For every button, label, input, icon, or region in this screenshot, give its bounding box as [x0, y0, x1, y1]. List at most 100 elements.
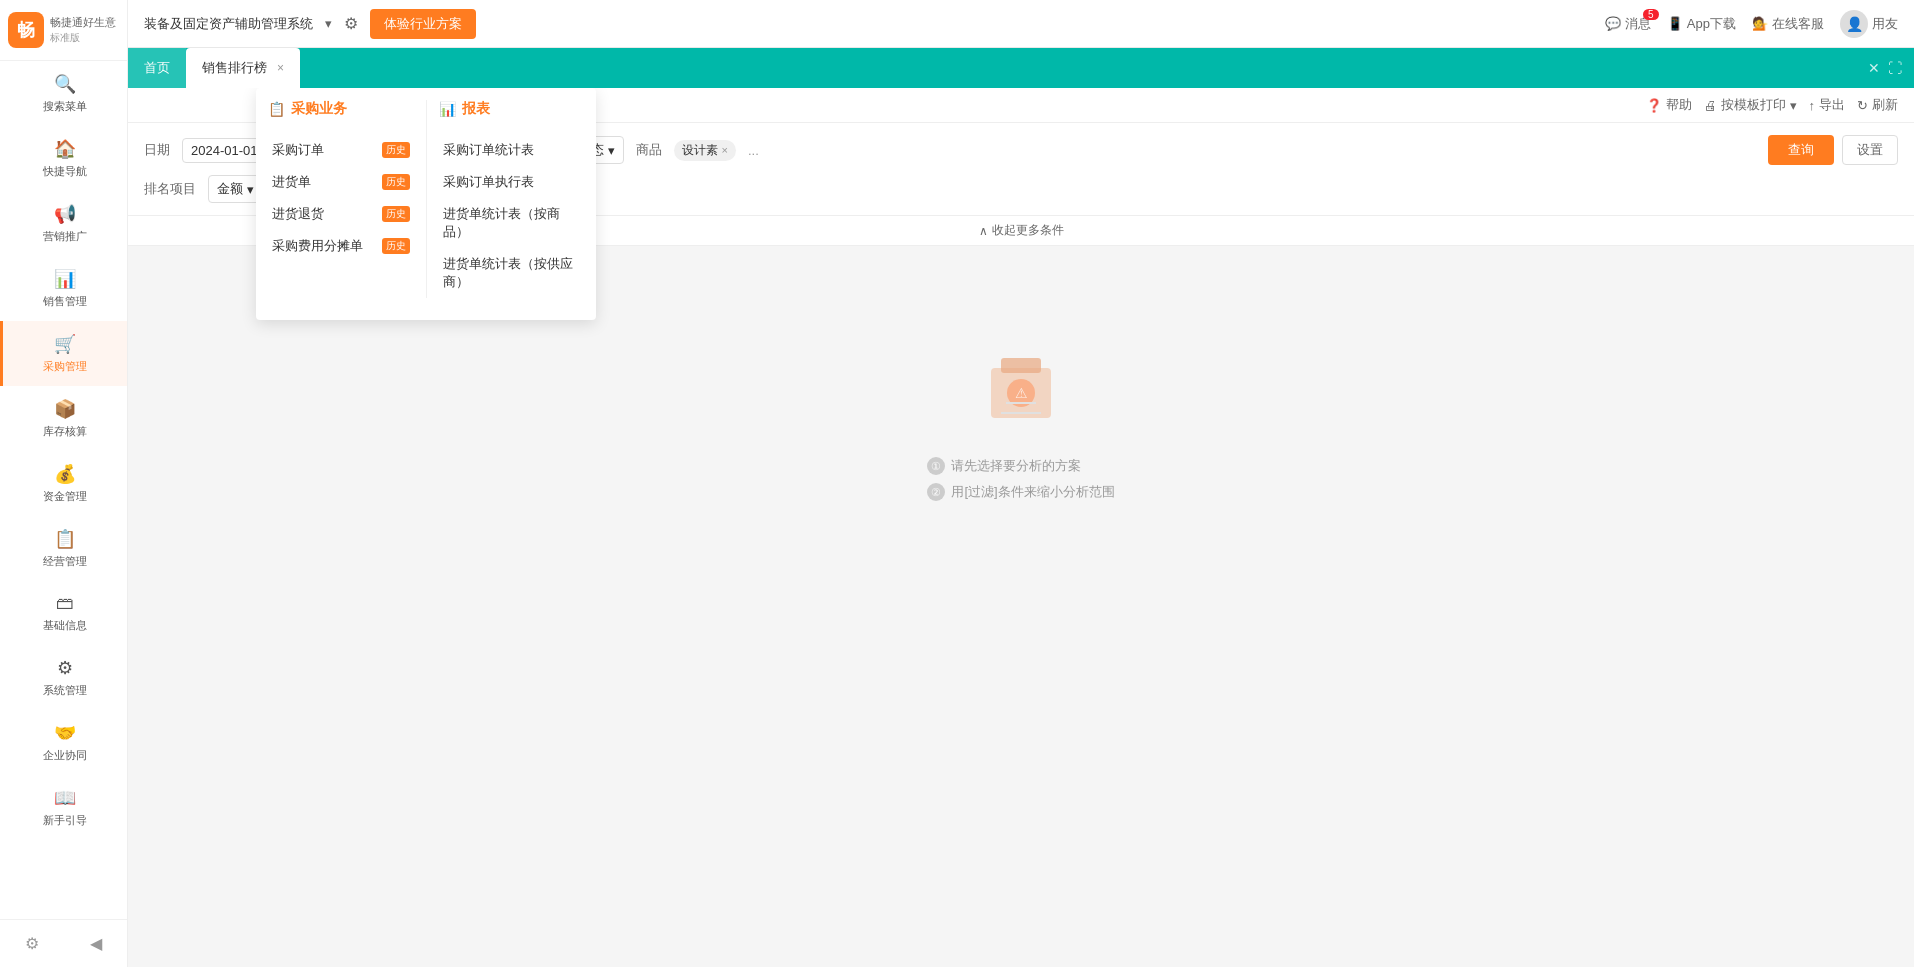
dropdown-item-po[interactable]: 采购订单 历史: [268, 134, 414, 166]
online-service-action[interactable]: 💁 在线客服: [1752, 15, 1824, 33]
guide-icon: 📖: [54, 787, 76, 809]
sidebar-label-inventory: 库存核算: [43, 424, 87, 439]
empty-tip-2: ② 用[过滤]条件来缩小分析范围: [927, 479, 1114, 505]
dropdown-item-po-stat[interactable]: 采购订单统计表: [439, 134, 585, 166]
sales-icon: 📊: [54, 268, 76, 290]
sidebar-menu: 🔍 搜索菜单 🏠 快捷导航 📢 营销推广 📊 销售管理 🛒 采购管理 📦: [0, 61, 127, 919]
tab-home[interactable]: 首页: [128, 48, 186, 88]
query-button[interactable]: 查询: [1768, 135, 1834, 165]
sidebar-label-enterprise: 企业协同: [43, 748, 87, 763]
report-section-icon: 📊: [439, 101, 456, 117]
print-icon: 🖨: [1704, 98, 1717, 113]
dropdown-item-return-label: 进货退货: [272, 205, 324, 223]
dropdown-item-receipt-by-goods[interactable]: 进货单统计表（按商品）: [439, 198, 585, 248]
goods-more-btn[interactable]: ...: [748, 143, 759, 158]
dropdown-menu-content: 📋 采购业务 采购订单 历史 进货单 历史 进货退货: [268, 100, 584, 298]
collapse-label: 收起更多条件: [992, 222, 1064, 239]
logo-badge: 标准版: [50, 31, 116, 45]
sidebar-item-system[interactable]: ⚙ 系统管理: [0, 645, 127, 710]
basic-info-icon: 🗃: [56, 593, 74, 614]
tip-number-1: ①: [927, 457, 945, 475]
purchase-icon: 🛒: [54, 333, 76, 355]
dropdown-item-return[interactable]: 进货退货 历史: [268, 198, 414, 230]
rank-select[interactable]: 金额 ▾: [208, 175, 263, 203]
search-icon: 🔍: [54, 73, 76, 95]
refresh-btn[interactable]: ↻ 刷新: [1857, 96, 1898, 114]
home-icon: 🏠: [54, 138, 76, 160]
app-download-action[interactable]: 📱 App下载: [1667, 15, 1736, 33]
user-action[interactable]: 👤 用友: [1840, 10, 1898, 38]
tab-sales-rank[interactable]: 销售排行榜 ×: [186, 48, 300, 88]
print-dropdown-icon: ▾: [1790, 98, 1797, 113]
dropdown-menu: 📋 采购业务 采购订单 历史 进货单 历史 进货退货: [256, 88, 596, 320]
sidebar-settings-btn[interactable]: ⚙: [21, 930, 43, 957]
sidebar-item-purchase[interactable]: 🛒 采购管理: [0, 321, 127, 386]
sidebar-label-purchase: 采购管理: [43, 359, 87, 374]
logo-icon: 畅: [8, 12, 44, 48]
report-section-title: 📊 报表: [439, 100, 585, 124]
sidebar-item-marketing[interactable]: 📢 营销推广: [0, 191, 127, 256]
goods-label: 商品: [636, 141, 662, 159]
dropdown-item-po-exec[interactable]: 采购订单执行表: [439, 166, 585, 198]
sidebar-label-search: 搜索菜单: [43, 99, 87, 114]
report-section: 📊 报表 采购订单统计表 采购订单执行表 进货单统计表（按商品）: [439, 100, 585, 298]
sidebar-item-operations[interactable]: 📋 经营管理: [0, 516, 127, 581]
dropdown-item-receipt-by-supplier[interactable]: 进货单统计表（按供应商）: [439, 248, 585, 298]
dropdown-item-receipt-by-supplier-label: 进货单统计表（按供应商）: [443, 255, 581, 291]
sidebar-item-finance[interactable]: 💰 资金管理: [0, 451, 127, 516]
dropdown-item-po-exec-label: 采购订单执行表: [443, 173, 534, 191]
tip-number-2: ②: [927, 483, 945, 501]
app-label: App下载: [1687, 15, 1736, 33]
sidebar-collapse-btn[interactable]: ◀: [86, 930, 106, 957]
sidebar-item-basic-info[interactable]: 🗃 基础信息: [0, 581, 127, 645]
help-label: 帮助: [1666, 96, 1692, 114]
dropdown-item-receipt-by-goods-label: 进货单统计表（按商品）: [443, 205, 581, 241]
filter-settings-button[interactable]: 设置: [1842, 135, 1898, 165]
message-icon: 💬: [1605, 16, 1621, 31]
goods-tag: 设计素 ×: [674, 140, 736, 161]
date-label: 日期: [144, 141, 170, 159]
dropdown-item-po-stat-label: 采购订单统计表: [443, 141, 534, 159]
return-history-badge: 历史: [382, 206, 410, 222]
goods-tag-close-btn[interactable]: ×: [722, 144, 728, 156]
export-btn[interactable]: ↑ 导出: [1809, 96, 1846, 114]
message-action[interactable]: 💬 消息 5: [1605, 15, 1651, 33]
marketing-icon: 📢: [54, 203, 76, 225]
sidebar-label-sales: 销售管理: [43, 294, 87, 309]
empty-tips: ① 请先选择要分析的方案 ② 用[过滤]条件来缩小分析范围: [927, 453, 1114, 505]
sidebar-item-enterprise[interactable]: 🤝 企业协同: [0, 710, 127, 775]
content-area: ❓ 帮助 🖨 按模板打印 ▾ ↑ 导出 ↻ 刷新: [128, 88, 1914, 967]
operations-icon: 📋: [54, 528, 76, 550]
purchase-section: 📋 采购业务 采购订单 历史 进货单 历史 进货退货: [268, 100, 414, 298]
collapse-icon: ∧: [979, 224, 988, 238]
report-section-label: 报表: [462, 100, 490, 118]
sidebar-item-quick-nav[interactable]: 🏠 快捷导航: [0, 126, 127, 191]
sidebar-label-operations: 经营管理: [43, 554, 87, 569]
tab-close-btn[interactable]: ×: [277, 61, 284, 75]
dropdown-item-receipt[interactable]: 进货单 历史: [268, 166, 414, 198]
help-btn[interactable]: ❓ 帮助: [1646, 96, 1692, 114]
sidebar-item-inventory[interactable]: 📦 库存核算: [0, 386, 127, 451]
logo-title: 畅捷通好生意: [50, 15, 116, 30]
dropdown-item-po-label: 采购订单: [272, 141, 324, 159]
close-window-icon[interactable]: ✕: [1868, 60, 1880, 76]
sidebar-label-guide: 新手引导: [43, 813, 87, 828]
logo-text-area: 畅捷通好生意 标准版: [50, 15, 116, 44]
system-dropdown-btn[interactable]: ▾: [325, 16, 332, 31]
rank-dropdown-icon: ▾: [247, 182, 254, 197]
tip-text-2: 用[过滤]条件来缩小分析范围: [951, 479, 1114, 505]
system-name: 装备及固定资产辅助管理系统: [144, 15, 313, 33]
maximize-window-icon[interactable]: ⛶: [1888, 60, 1902, 76]
main-area: 装备及固定资产辅助管理系统 ▾ ⚙ 体验行业方案 💬 消息 5 📱 App下载 …: [128, 0, 1914, 967]
tip-text-1: 请先选择要分析的方案: [951, 453, 1081, 479]
sidebar-item-guide[interactable]: 📖 新手引导: [0, 775, 127, 840]
sidebar-item-search[interactable]: 🔍 搜索菜单: [0, 61, 127, 126]
dropdown-item-expense-label: 采购费用分摊单: [272, 237, 363, 255]
sidebar-item-sales[interactable]: 📊 销售管理: [0, 256, 127, 321]
print-btn[interactable]: 🖨 按模板打印 ▾: [1704, 96, 1797, 114]
trial-button[interactable]: 体验行业方案: [370, 9, 476, 39]
dropdown-item-expense[interactable]: 采购费用分摊单 历史: [268, 230, 414, 262]
svg-rect-1: [1001, 358, 1041, 373]
header-settings-btn[interactable]: ⚙: [344, 14, 358, 33]
message-badge: 5: [1643, 9, 1659, 20]
